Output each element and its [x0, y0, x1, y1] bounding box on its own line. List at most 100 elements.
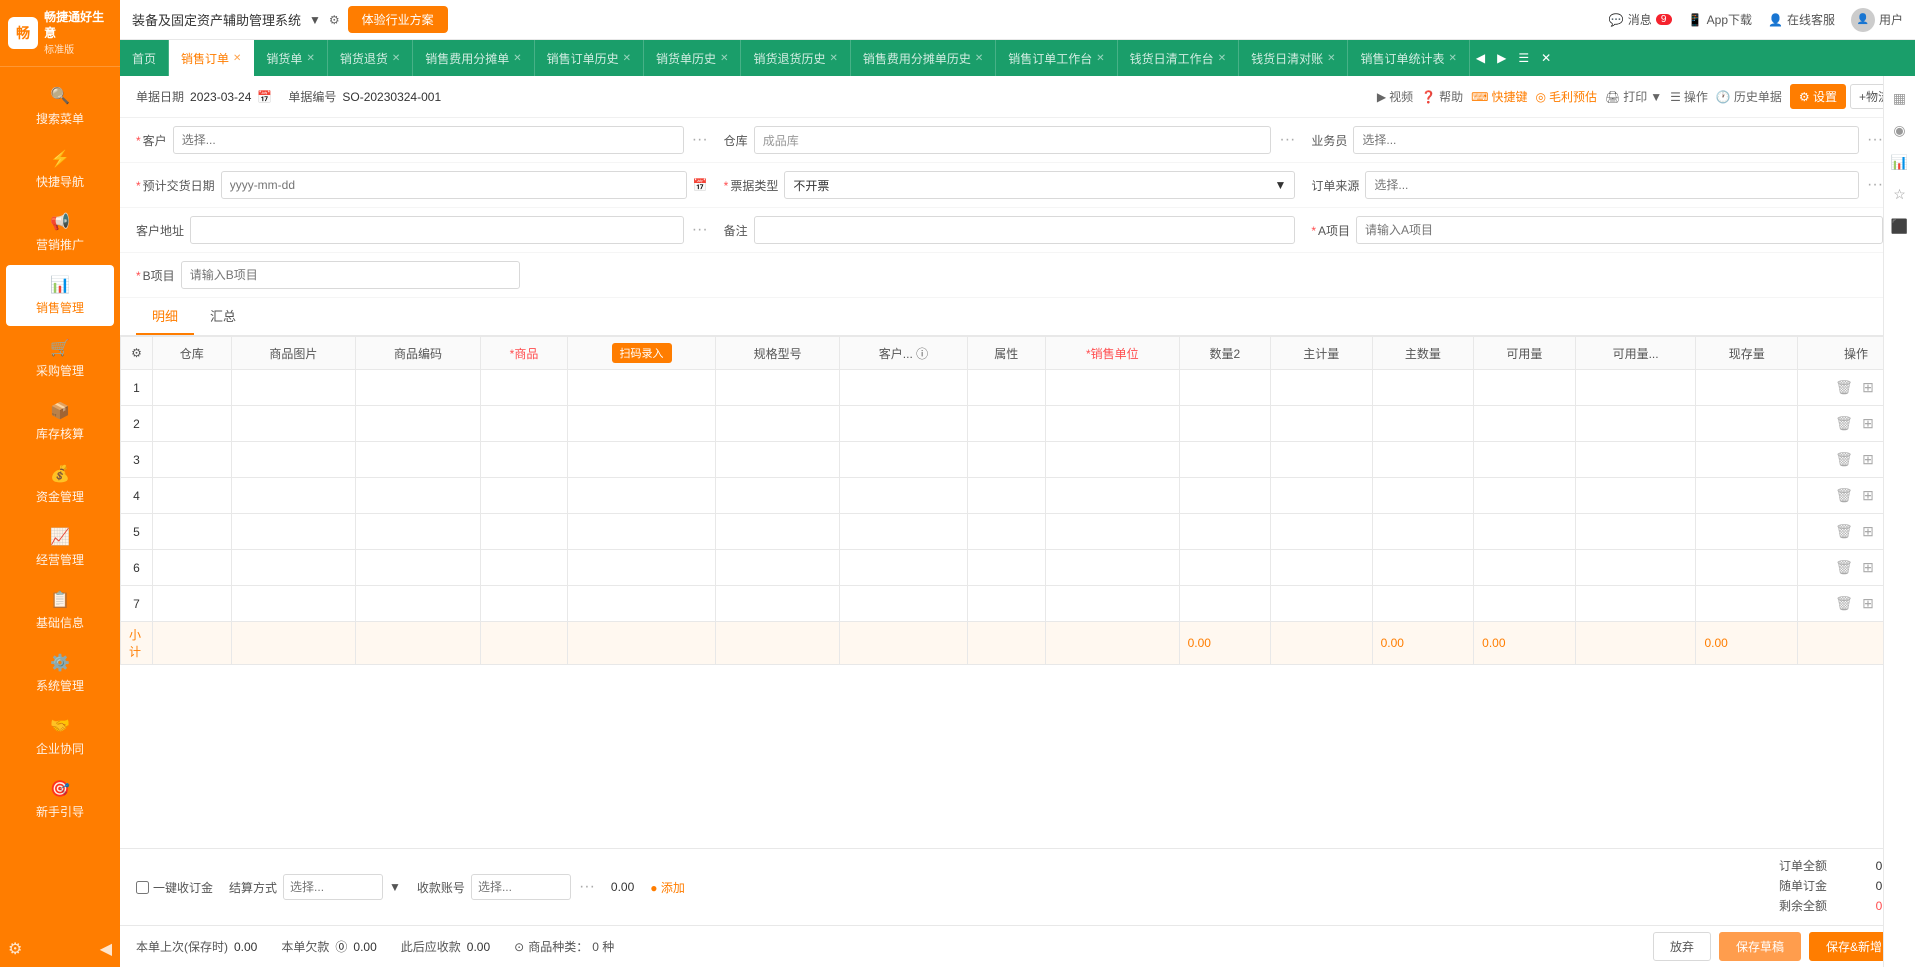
tab-summary[interactable]: 汇总: [194, 298, 252, 335]
row-7-avail2[interactable]: [1575, 586, 1696, 622]
addr-dots[interactable]: ···: [692, 221, 708, 239]
sidebar-item-sales[interactable]: 📊 销售管理: [6, 265, 114, 326]
row-5-copy-btn[interactable]: ⊞: [1858, 522, 1878, 542]
row-2-delete-btn[interactable]: 🗑: [1834, 414, 1854, 434]
a-project-input[interactable]: [1356, 216, 1883, 244]
tab-sales-stats-close[interactable]: ✕: [1449, 53, 1457, 64]
row-7-spec[interactable]: [715, 586, 840, 622]
row-1-current[interactable]: [1696, 370, 1798, 406]
row-5-code[interactable]: [356, 514, 481, 550]
row-3-warehouse[interactable]: [153, 442, 232, 478]
row-7-main-unit[interactable]: [1270, 586, 1372, 622]
row-2-attr[interactable]: [967, 406, 1046, 442]
row-4-warehouse[interactable]: [153, 478, 232, 514]
row-4-copy-btn[interactable]: ⊞: [1858, 486, 1878, 506]
collapse-icon[interactable]: ◀: [100, 939, 112, 959]
row-4-main-unit[interactable]: [1270, 478, 1372, 514]
tab-cash-workbench-close[interactable]: ✕: [1218, 53, 1226, 64]
calendar-icon[interactable]: 📅: [257, 90, 272, 104]
row-1-copy-btn[interactable]: ⊞: [1858, 378, 1878, 398]
tab-cash-workbench[interactable]: 钱货日清工作台 ✕: [1118, 40, 1239, 76]
row-4-qty2[interactable]: [1179, 478, 1270, 514]
row-3-spec[interactable]: [715, 442, 840, 478]
history-action[interactable]: 🕐 历史单据: [1716, 88, 1782, 105]
tab-sales-order-history[interactable]: 销售订单历史 ✕: [535, 40, 644, 76]
row-1-attr[interactable]: [967, 370, 1046, 406]
one-click-checkbox[interactable]: 一键收订金: [136, 879, 213, 896]
row-1-warehouse[interactable]: [153, 370, 232, 406]
row-6-main-unit[interactable]: [1270, 550, 1372, 586]
row-5-unit[interactable]: [1046, 514, 1180, 550]
salesperson-dots[interactable]: ···: [1867, 131, 1883, 149]
tab-home[interactable]: 首页: [120, 40, 169, 76]
row-3-customer-code[interactable]: [840, 442, 967, 478]
receipt-input[interactable]: [471, 874, 571, 900]
row-4-spec[interactable]: [715, 478, 840, 514]
right-panel-chart-icon[interactable]: 📊: [1886, 148, 1914, 176]
customer-input[interactable]: [173, 126, 684, 154]
row-1-main-unit[interactable]: [1270, 370, 1372, 406]
sidebar-item-inventory[interactable]: 📦 库存核算: [6, 391, 114, 452]
customer-dots[interactable]: ···: [692, 131, 708, 149]
row-5-warehouse[interactable]: [153, 514, 232, 550]
row-5-qty2[interactable]: [1179, 514, 1270, 550]
receipt-dots[interactable]: ···: [579, 878, 595, 896]
memo-input[interactable]: [754, 216, 1296, 244]
tab-sales-return-close[interactable]: ✕: [392, 53, 400, 64]
tab-detail[interactable]: 明细: [136, 298, 194, 335]
tab-workbench-close[interactable]: ✕: [1096, 53, 1104, 64]
row-7-copy-btn[interactable]: ⊞: [1858, 594, 1878, 614]
row-1-avail[interactable]: [1474, 370, 1576, 406]
b-project-input[interactable]: [181, 261, 520, 289]
sidebar-item-marketing[interactable]: 📢 营销推广: [6, 202, 114, 263]
row-7-unit[interactable]: [1046, 586, 1180, 622]
row-3-qty2[interactable]: [1179, 442, 1270, 478]
salesperson-input[interactable]: [1353, 126, 1859, 154]
settings-bottom-icon[interactable]: ⚙: [8, 939, 22, 959]
help-action[interactable]: ❓ 帮助: [1421, 88, 1463, 105]
row-7-customer-code[interactable]: [840, 586, 967, 622]
warehouse-dots[interactable]: ···: [1279, 131, 1295, 149]
sidebar-item-system[interactable]: ⚙️ 系统管理: [6, 643, 114, 704]
delivery-calendar-icon[interactable]: 📅: [693, 178, 708, 192]
row-6-current[interactable]: [1696, 550, 1798, 586]
tab-sales-invoice-close[interactable]: ✕: [306, 53, 314, 64]
row-6-avail2[interactable]: [1575, 550, 1696, 586]
row-5-product[interactable]: [480, 514, 568, 550]
print-dropdown-icon[interactable]: ▼: [1650, 90, 1662, 104]
row-2-avail[interactable]: [1474, 406, 1576, 442]
row-3-copy-btn[interactable]: ⊞: [1858, 450, 1878, 470]
row-4-customer-code[interactable]: [840, 478, 967, 514]
tab-nav-prev[interactable]: ◀: [1470, 51, 1491, 65]
tab-sales-stats[interactable]: 销售订单统计表 ✕: [1348, 40, 1469, 76]
row-5-avail[interactable]: [1474, 514, 1576, 550]
settings-toolbar-btn[interactable]: ⚙ 设置: [1790, 84, 1846, 109]
row-5-delete-btn[interactable]: 🗑: [1834, 522, 1854, 542]
tab-sales-order-close[interactable]: ✕: [233, 53, 241, 64]
row-6-avail[interactable]: [1474, 550, 1576, 586]
row-3-main-unit[interactable]: [1270, 442, 1372, 478]
tab-cash-reconcile[interactable]: 钱货日清对账 ✕: [1239, 40, 1348, 76]
row-7-attr[interactable]: [967, 586, 1046, 622]
app-download-item[interactable]: 📱 App下载: [1688, 11, 1752, 28]
sidebar-item-finance[interactable]: 💰 资金管理: [6, 454, 114, 515]
row-2-qty2[interactable]: [1179, 406, 1270, 442]
one-click-checkbox-input[interactable]: [136, 881, 149, 894]
row-1-qty2[interactable]: [1179, 370, 1270, 406]
user-area[interactable]: 👤 用户: [1851, 8, 1903, 32]
sidebar-item-purchase[interactable]: 🛒 采购管理: [6, 328, 114, 389]
tab-sales-return[interactable]: 销货退货 ✕: [328, 40, 413, 76]
tab-sales-invoice[interactable]: 销货单 ✕: [254, 40, 327, 76]
row-5-current[interactable]: [1696, 514, 1798, 550]
tab-sales-order[interactable]: 销售订单 ✕: [169, 40, 254, 76]
sidebar-item-search[interactable]: 🔍 搜索菜单: [6, 76, 114, 137]
row-4-current[interactable]: [1696, 478, 1798, 514]
order-source-input[interactable]: [1365, 171, 1859, 199]
sidebar-item-quick[interactable]: ⚡ 快捷导航: [6, 139, 114, 200]
tab-sales-expense-close[interactable]: ✕: [513, 53, 521, 64]
row-4-avail2[interactable]: [1575, 478, 1696, 514]
row-6-product[interactable]: [480, 550, 568, 586]
row-5-avail2[interactable]: [1575, 514, 1696, 550]
print-action[interactable]: 🖨 打印 ▼: [1605, 88, 1662, 105]
payment-input[interactable]: [283, 874, 383, 900]
